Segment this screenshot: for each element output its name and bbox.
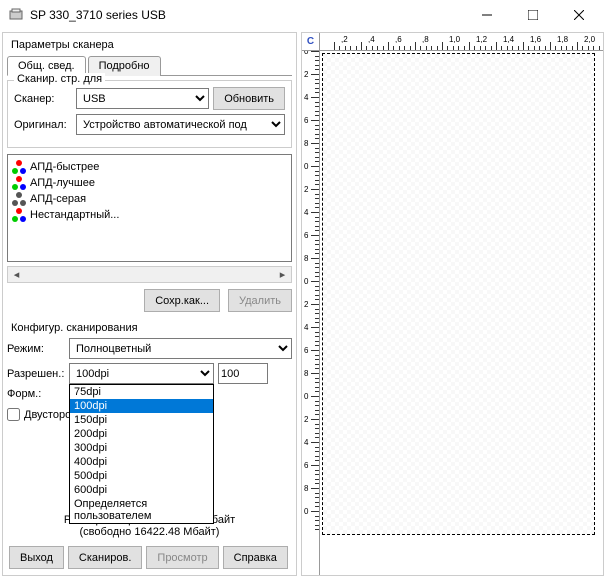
scroll-left-icon[interactable]: ◂ [8, 267, 25, 282]
list-item[interactable]: Нестандартный... [12, 207, 287, 223]
mode-label: Режим: [7, 343, 65, 355]
app-icon [8, 7, 24, 23]
gray-icon [12, 192, 26, 206]
dropdown-option[interactable]: 75dpi [70, 385, 213, 399]
profile-label: АПД-лучшее [30, 177, 95, 189]
refresh-button[interactable]: Обновить [213, 87, 285, 110]
right-panel: C ,2,4,6,81,01,21,41,61,82,0 02468024680… [301, 32, 604, 576]
resolution-input[interactable] [218, 363, 268, 384]
dropdown-option[interactable]: 200dpi [70, 427, 213, 441]
scanner-label: Сканер: [14, 93, 72, 105]
profile-label: Нестандартный... [30, 209, 119, 221]
scanner-select[interactable]: USB [76, 88, 209, 109]
list-item[interactable]: АПД-серая [12, 191, 287, 207]
scan-button[interactable]: Сканиров. [68, 546, 142, 569]
dropdown-option[interactable]: 150dpi [70, 413, 213, 427]
ruler-horizontal: ,2,4,6,81,01,21,41,61,82,0 [320, 33, 603, 51]
preview-button[interactable]: Просмотр [146, 546, 218, 569]
ruler-corner-icon: C [302, 33, 320, 51]
color-icon [12, 208, 26, 222]
color-icon [12, 176, 26, 190]
dropdown-option[interactable]: 100dpi [70, 399, 213, 413]
scroll-right-icon[interactable]: ▸ [274, 267, 291, 282]
config-legend: Конфигур. сканирования [11, 322, 292, 334]
titlebar: SP 330_3710 series USB [0, 0, 606, 30]
free-space-text: (свободно 16422.48 Мбайт) [7, 526, 292, 538]
window-title: SP 330_3710 series USB [30, 8, 464, 22]
profile-scrollbar[interactable]: ◂ ▸ [7, 266, 292, 283]
dropdown-option[interactable]: 300dpi [70, 441, 213, 455]
resolution-combo[interactable]: 100dpi 75dpi 100dpi 150dpi 200dpi 300dpi… [69, 363, 214, 384]
dropdown-option[interactable]: 500dpi [70, 469, 213, 483]
original-select[interactable]: Устройство автоматической под [76, 114, 285, 135]
ruler-vertical: 024680246802468024680 [302, 51, 320, 575]
profile-label: АПД-быстрее [30, 161, 99, 173]
dropdown-option[interactable]: 600dpi [70, 483, 213, 497]
color-icon [12, 160, 26, 174]
maximize-button[interactable] [510, 0, 556, 30]
dropdown-option[interactable]: 400dpi [70, 455, 213, 469]
delete-button[interactable]: Удалить [228, 289, 292, 312]
scan-page-fieldset: Сканир. стр. для Сканер: USB Обновить Ор… [7, 80, 292, 148]
scan-page-legend: Сканир. стр. для [14, 73, 105, 85]
minimize-button[interactable] [464, 0, 510, 30]
format-label: Форм.: [7, 388, 65, 400]
duplex-checkbox[interactable] [7, 408, 20, 421]
preview-area[interactable]: C ,2,4,6,81,01,21,41,61,82,0 02468024680… [301, 32, 604, 576]
list-item[interactable]: АПД-быстрее [12, 159, 287, 175]
list-item[interactable]: АПД-лучшее [12, 175, 287, 191]
dropdown-option[interactable]: Определяется пользователем [70, 497, 213, 523]
profile-list[interactable]: АПД-быстрее АПД-лучшее АПД-серая Нестанд… [7, 154, 292, 262]
left-panel: Параметры сканера Общ. свед. Подробно Ск… [2, 32, 297, 576]
mode-select[interactable]: Полноцветный [69, 338, 292, 359]
original-label: Оригинал: [14, 119, 72, 131]
scanner-params-label: Параметры сканера [11, 39, 292, 51]
profile-label: АПД-серая [30, 193, 86, 205]
scan-selection[interactable] [322, 53, 595, 535]
help-button[interactable]: Справка [223, 546, 288, 569]
exit-button[interactable]: Выход [9, 546, 64, 569]
resolution-label: Разрешен.: [7, 368, 65, 380]
close-button[interactable] [556, 0, 602, 30]
resolution-select[interactable]: 100dpi [69, 363, 214, 384]
save-as-button[interactable]: Сохр.как... [144, 289, 220, 312]
resolution-dropdown: 75dpi 100dpi 150dpi 200dpi 300dpi 400dpi… [69, 384, 214, 524]
